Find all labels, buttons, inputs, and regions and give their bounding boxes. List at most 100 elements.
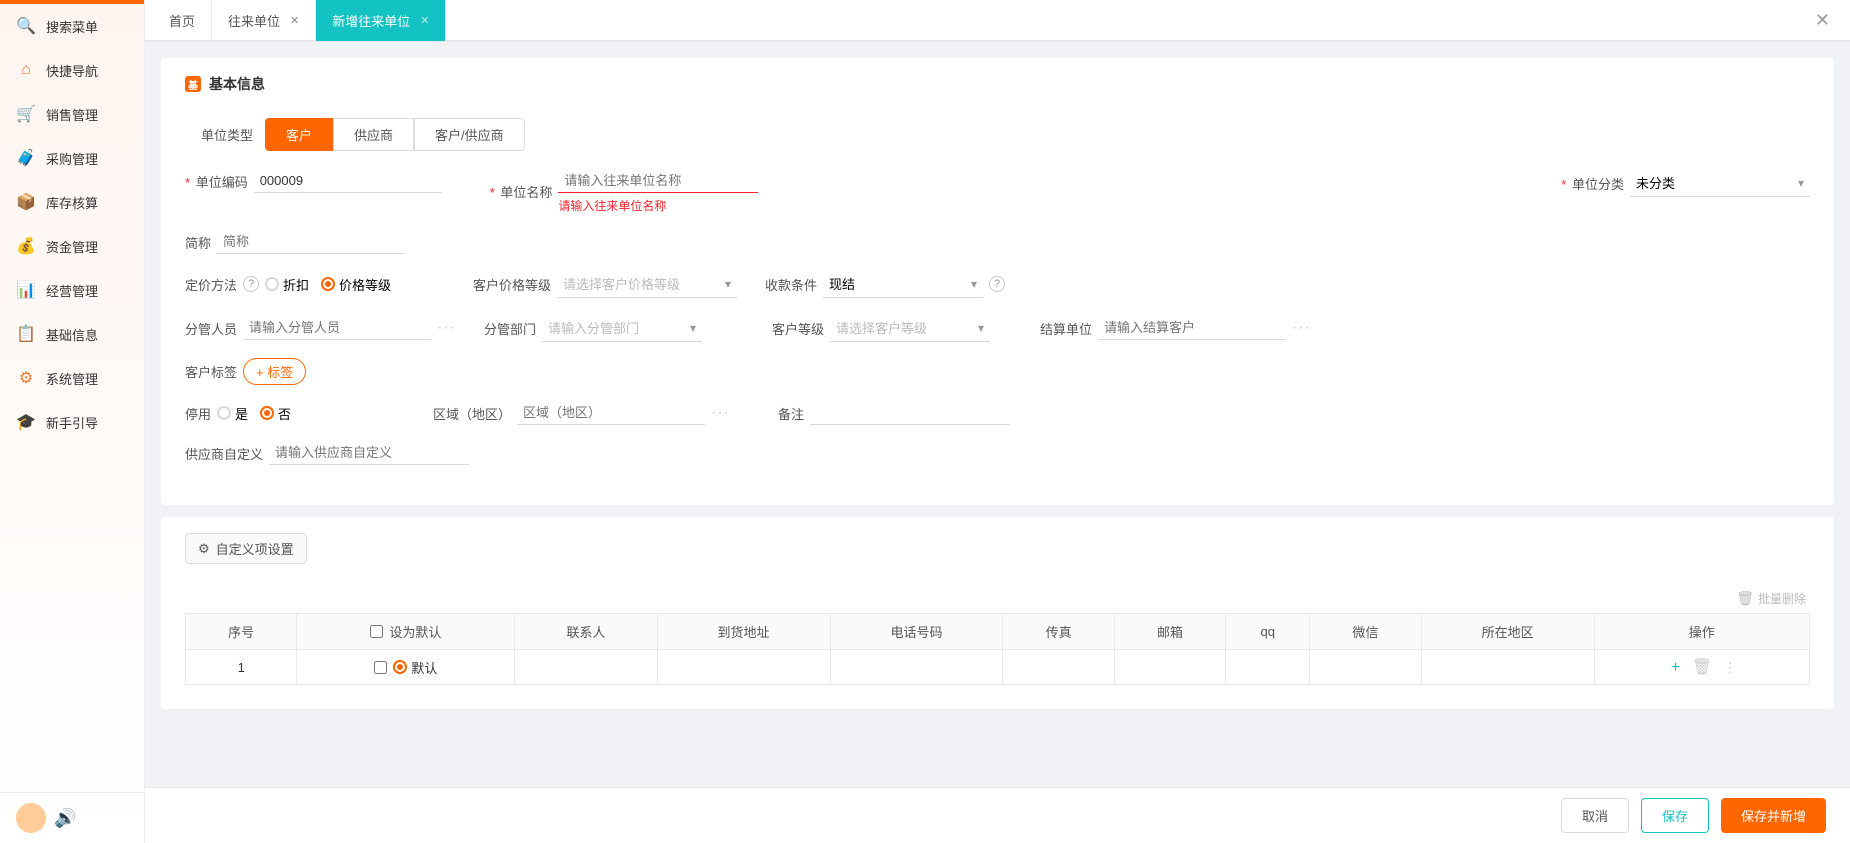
payment-terms-select[interactable]: 现结 ▾ [823, 270, 983, 298]
sidebar-item-search[interactable]: 🔍 搜索菜单 [0, 4, 144, 48]
tab-transaction-units-close[interactable]: ✕ [290, 14, 299, 27]
department-placeholder: 请输入分管部门 [548, 318, 639, 337]
customer-tags-label: 客户标签 [185, 362, 237, 381]
unit-category-label: * 单位分类 [1561, 174, 1624, 193]
short-name-input[interactable] [217, 230, 405, 254]
sidebar-item-label: 经营管理 [46, 281, 98, 300]
save-new-button[interactable]: 保存并新增 [1721, 798, 1826, 833]
settlement-unit-input[interactable] [1098, 316, 1286, 340]
radio-no-circle [260, 406, 274, 420]
department-label: 分管部门 [484, 319, 536, 338]
unit-category-value: 未分类 [1636, 173, 1675, 192]
custom-settings-button[interactable]: ⚙ 自定义项设置 [185, 533, 307, 564]
section-title: 基 基本信息 [185, 74, 1810, 102]
radio-no[interactable]: 否 [260, 404, 291, 423]
row-delete-button[interactable]: 🗑 [1688, 657, 1716, 677]
close-all-tabs[interactable]: ✕ [1803, 10, 1842, 31]
unit-code-input[interactable] [254, 169, 442, 193]
payment-terms-field: 收款条件 现结 ▾ ? [765, 270, 1005, 298]
batch-delete-label[interactable]: 批量删除 [1758, 590, 1806, 607]
radio-yes[interactable]: 是 [217, 404, 248, 423]
chevron-down-icon: ▾ [725, 277, 731, 291]
chevron-down-icon: ▾ [978, 321, 984, 335]
short-name-field: 简称 [185, 230, 405, 254]
col-region: 所在地区 [1421, 614, 1594, 650]
sidebar-item-operations[interactable]: 📊 经营管理 [0, 268, 144, 312]
sidebar-item-sales[interactable]: 🛒 销售管理 [0, 92, 144, 136]
radio-yes-label: 是 [235, 404, 248, 423]
sound-icon: 🔊 [54, 808, 76, 829]
tab-home[interactable]: 首页 [153, 0, 212, 41]
settlement-unit-more-btn[interactable]: ··· [1292, 319, 1311, 337]
tab-new-unit-close[interactable]: ✕ [420, 14, 429, 27]
sidebar-item-system[interactable]: ⚙ 系统管理 [0, 356, 144, 400]
unit-type-both[interactable]: 客户/供应商 [414, 118, 525, 151]
row-default-radio-circle [393, 660, 407, 674]
sidebar-item-label: 库存核算 [46, 193, 98, 212]
tab-new-unit-label: 新增往来单位 [332, 11, 410, 30]
add-tag-button[interactable]: + 标签 [243, 358, 306, 385]
radio-no-label: 否 [278, 404, 291, 423]
settlement-unit-field: 结算单位 ··· [1040, 316, 1320, 340]
sidebar-item-label: 系统管理 [46, 369, 98, 388]
customer-level-select[interactable]: 请选择客户等级 ▾ [830, 314, 990, 342]
form-row-4: 分管人员 ··· 分管部门 请输入分管部门 ▾ 客户等级 请选择客户 [185, 314, 1810, 342]
save-button[interactable]: 保存 [1641, 798, 1709, 833]
customer-level-label: 客户等级 [772, 319, 824, 338]
department-field: 分管部门 请输入分管部门 ▾ [484, 314, 744, 342]
supervisor-input[interactable] [243, 316, 431, 340]
sidebar-item-inventory[interactable]: 📦 库存核算 [0, 180, 144, 224]
customer-level-placeholder: 请选择客户等级 [836, 318, 927, 337]
remarks-field: 备注 [778, 401, 1010, 425]
unit-type-customer[interactable]: 客户 [265, 118, 333, 151]
unit-name-input[interactable] [558, 169, 758, 193]
supervisor-field: 分管人员 ··· [185, 316, 456, 340]
radio-discount[interactable]: 折扣 [265, 275, 309, 294]
unit-category-field: * 单位分类 未分类 ▾ [1561, 169, 1810, 197]
table-card: ⚙ 自定义项设置 🗑 批量删除 序号 设为默认 [161, 517, 1834, 709]
unit-type-supplier[interactable]: 供应商 [333, 118, 414, 151]
customer-price-level-label: 客户价格等级 [473, 275, 551, 294]
col-contact: 联系人 [515, 614, 657, 650]
tab-transaction-units[interactable]: 往来单位 ✕ [212, 0, 316, 41]
supplier-custom-input[interactable] [269, 441, 469, 465]
gear-icon: ⚙ [16, 368, 36, 388]
sidebar-item-finance[interactable]: 💰 资金管理 [0, 224, 144, 268]
sidebar-item-quick-nav[interactable]: ⌂ 快捷导航 [0, 48, 144, 92]
unit-type-label: 单位类型 [185, 125, 265, 144]
unit-name-field: * 单位名称 请输入往来单位名称 [490, 169, 1514, 214]
add-tag-label: + 标签 [256, 362, 293, 381]
sidebar-item-basic-info[interactable]: 📋 基础信息 [0, 312, 144, 356]
tab-new-unit[interactable]: 新增往来单位 ✕ [316, 0, 446, 41]
remarks-label: 备注 [778, 404, 804, 423]
row-default-label: 默认 [411, 658, 437, 677]
disabled-field: 停用 是 否 [185, 404, 385, 423]
pricing-help-icon[interactable]: ? [243, 276, 259, 292]
sidebar-item-purchase[interactable]: 🧳 采购管理 [0, 136, 144, 180]
region-more-btn[interactable]: ··· [711, 404, 730, 422]
disabled-label: 停用 [185, 404, 211, 423]
remarks-input[interactable] [810, 401, 1010, 425]
payment-terms-help-icon[interactable]: ? [989, 276, 1005, 292]
row-wechat [1310, 650, 1421, 685]
row-qq [1226, 650, 1310, 685]
col-fax: 传真 [1003, 614, 1114, 650]
form-row-5: 客户标签 + 标签 [185, 358, 1810, 385]
unit-category-select[interactable]: 未分类 ▾ [1630, 169, 1810, 197]
region-field: 区域（地区） ··· [433, 401, 730, 425]
row-default-radio[interactable]: 默认 [393, 658, 437, 677]
supervisor-more-btn[interactable]: ··· [437, 319, 456, 337]
select-all-checkbox[interactable] [370, 625, 383, 638]
region-input[interactable] [517, 401, 705, 425]
department-select[interactable]: 请输入分管部门 ▾ [542, 314, 702, 342]
sidebar-item-guide[interactable]: 🎓 新手引导 [0, 400, 144, 444]
sidebar-item-label: 采购管理 [46, 149, 98, 168]
row-add-button[interactable]: + [1667, 659, 1684, 677]
sidebar: 🔍 搜索菜单 ⌂ 快捷导航 🛒 销售管理 🧳 采购管理 📦 库存核算 💰 资金管… [0, 0, 145, 843]
row-checkbox[interactable] [374, 661, 387, 674]
col-qq: qq [1226, 614, 1310, 650]
col-wechat: 微信 [1310, 614, 1421, 650]
cancel-button[interactable]: 取消 [1561, 798, 1629, 833]
customer-price-level-select[interactable]: 请选择客户价格等级 ▾ [557, 270, 737, 298]
radio-price-level[interactable]: 价格等级 [321, 275, 391, 294]
